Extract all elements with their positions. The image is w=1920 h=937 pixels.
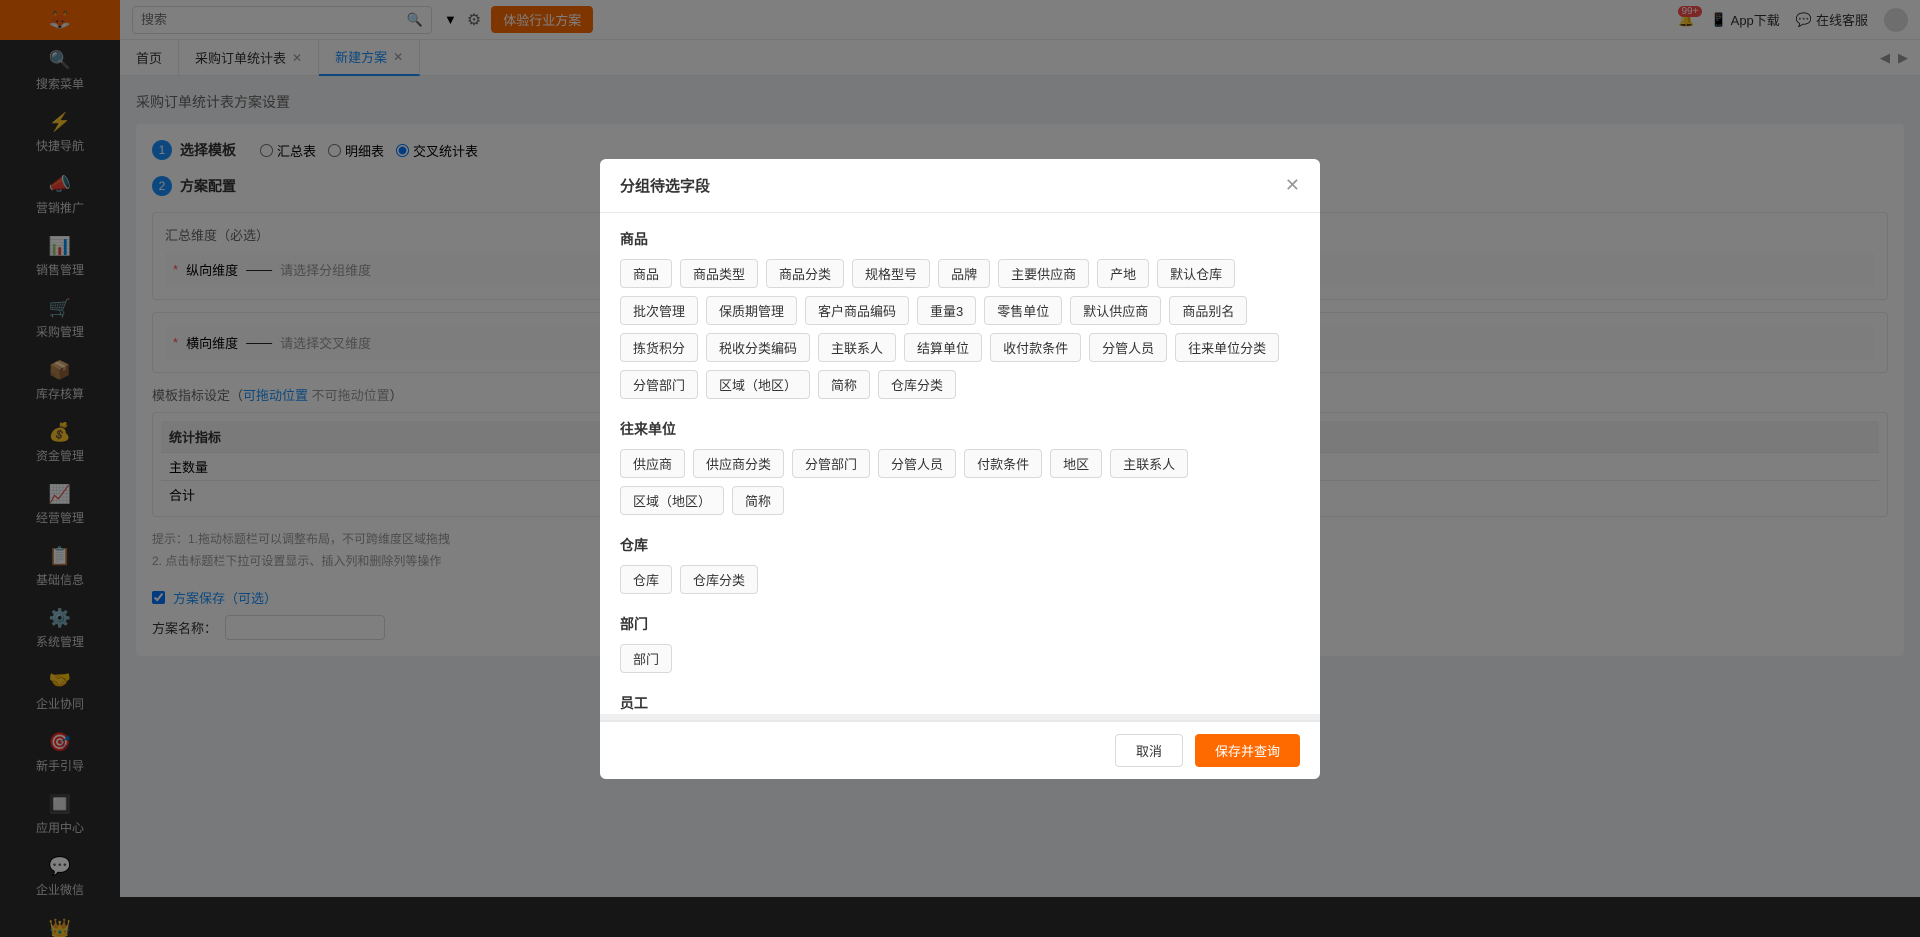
field-tag-商品[interactable]: 商品 <box>620 259 672 288</box>
section-title-部门: 部门 <box>620 614 1300 634</box>
field-tags-商品: 商品商品类型商品分类规格型号品牌主要供应商产地默认仓库批次管理保质期管理客户商品… <box>620 259 1300 399</box>
modal-footer: 取消 保存并查询 <box>600 721 1320 779</box>
field-tag-部门[interactable]: 部门 <box>620 644 672 673</box>
field-tag-简称[interactable]: 简称 <box>732 486 784 515</box>
field-tag-结算单位[interactable]: 结算单位 <box>904 333 982 362</box>
field-tag-客户商品编码[interactable]: 客户商品编码 <box>805 296 909 325</box>
field-tag-仓库分类[interactable]: 仓库分类 <box>878 370 956 399</box>
field-tag-主联系人[interactable]: 主联系人 <box>1110 449 1188 478</box>
field-tag-拣货积分[interactable]: 拣货积分 <box>620 333 698 362</box>
field-tag-分管部门[interactable]: 分管部门 <box>620 370 698 399</box>
field-tag-税收分类编码[interactable]: 税收分类编码 <box>706 333 810 362</box>
field-section-员工: 员工业务员 <box>620 693 1300 715</box>
modal-dialog: 分组待选字段 ✕ 商品商品商品类型商品分类规格型号品牌主要供应商产地默认仓库批次… <box>600 159 1320 779</box>
field-tags-往来单位: 供应商供应商分类分管部门分管人员付款条件地区主联系人区域（地区） 简称 <box>620 449 1300 515</box>
modal-close-btn[interactable]: ✕ <box>1285 176 1300 194</box>
field-tag-商品分类[interactable]: 商品分类 <box>766 259 844 288</box>
field-tag-收付款条件[interactable]: 收付款条件 <box>990 333 1081 362</box>
field-section-部门: 部门部门 <box>620 614 1300 673</box>
field-tag-主联系人[interactable]: 主联系人 <box>818 333 896 362</box>
modal-header: 分组待选字段 ✕ <box>600 159 1320 213</box>
section-title-仓库: 仓库 <box>620 535 1300 555</box>
field-tag-分管人员[interactable]: 分管人员 <box>1089 333 1167 362</box>
section-title-商品: 商品 <box>620 229 1300 249</box>
modal-body: 商品商品商品类型商品分类规格型号品牌主要供应商产地默认仓库批次管理保质期管理客户… <box>600 213 1320 715</box>
field-tag-产地[interactable]: 产地 <box>1097 259 1149 288</box>
field-tag-商品别名[interactable]: 商品别名 <box>1169 296 1247 325</box>
field-tag-仓库[interactable]: 仓库 <box>620 565 672 594</box>
field-tag-主要供应商[interactable]: 主要供应商 <box>998 259 1089 288</box>
field-tag-付款条件[interactable]: 付款条件 <box>964 449 1042 478</box>
field-tags-部门: 部门 <box>620 644 1300 673</box>
field-tag-区域（地区）[interactable]: 区域（地区） <box>706 370 810 399</box>
field-section-往来单位: 往来单位供应商供应商分类分管部门分管人员付款条件地区主联系人区域（地区） 简称 <box>620 419 1300 515</box>
field-tag-供应商[interactable]: 供应商 <box>620 449 685 478</box>
field-section-商品: 商品商品商品类型商品分类规格型号品牌主要供应商产地默认仓库批次管理保质期管理客户… <box>620 229 1300 399</box>
field-tag-分管部门[interactable]: 分管部门 <box>792 449 870 478</box>
field-tag-品牌[interactable]: 品牌 <box>938 259 990 288</box>
field-tag-往来单位分类[interactable]: 往来单位分类 <box>1175 333 1279 362</box>
modal-title: 分组待选字段 <box>620 175 710 196</box>
field-tag-零售单位[interactable]: 零售单位 <box>984 296 1062 325</box>
field-tag-商品类型[interactable]: 商品类型 <box>680 259 758 288</box>
modal-overlay: 分组待选字段 ✕ 商品商品商品类型商品分类规格型号品牌主要供应商产地默认仓库批次… <box>0 0 1920 937</box>
field-tag-地区[interactable]: 地区 <box>1050 449 1102 478</box>
field-tag-默认仓库[interactable]: 默认仓库 <box>1157 259 1235 288</box>
section-title-员工: 员工 <box>620 693 1300 713</box>
field-tag-供应商分类[interactable]: 供应商分类 <box>693 449 784 478</box>
field-tag-规格型号[interactable]: 规格型号 <box>852 259 930 288</box>
field-tag-默认供应商[interactable]: 默认供应商 <box>1070 296 1161 325</box>
field-tag-批次管理[interactable]: 批次管理 <box>620 296 698 325</box>
field-section-仓库: 仓库仓库仓库分类 <box>620 535 1300 594</box>
cancel-button[interactable]: 取消 <box>1115 734 1183 767</box>
field-tag-重量3[interactable]: 重量3 <box>917 296 976 325</box>
field-tags-仓库: 仓库仓库分类 <box>620 565 1300 594</box>
section-title-往来单位: 往来单位 <box>620 419 1300 439</box>
field-tag-分管人员[interactable]: 分管人员 <box>878 449 956 478</box>
field-tag-区域（地区）[interactable]: 区域（地区） <box>620 486 724 515</box>
field-tag-保质期管理[interactable]: 保质期管理 <box>706 296 797 325</box>
save-button[interactable]: 保存并查询 <box>1195 734 1300 767</box>
field-tag-仓库分类[interactable]: 仓库分类 <box>680 565 758 594</box>
field-tag-简称[interactable]: 简称 <box>818 370 870 399</box>
